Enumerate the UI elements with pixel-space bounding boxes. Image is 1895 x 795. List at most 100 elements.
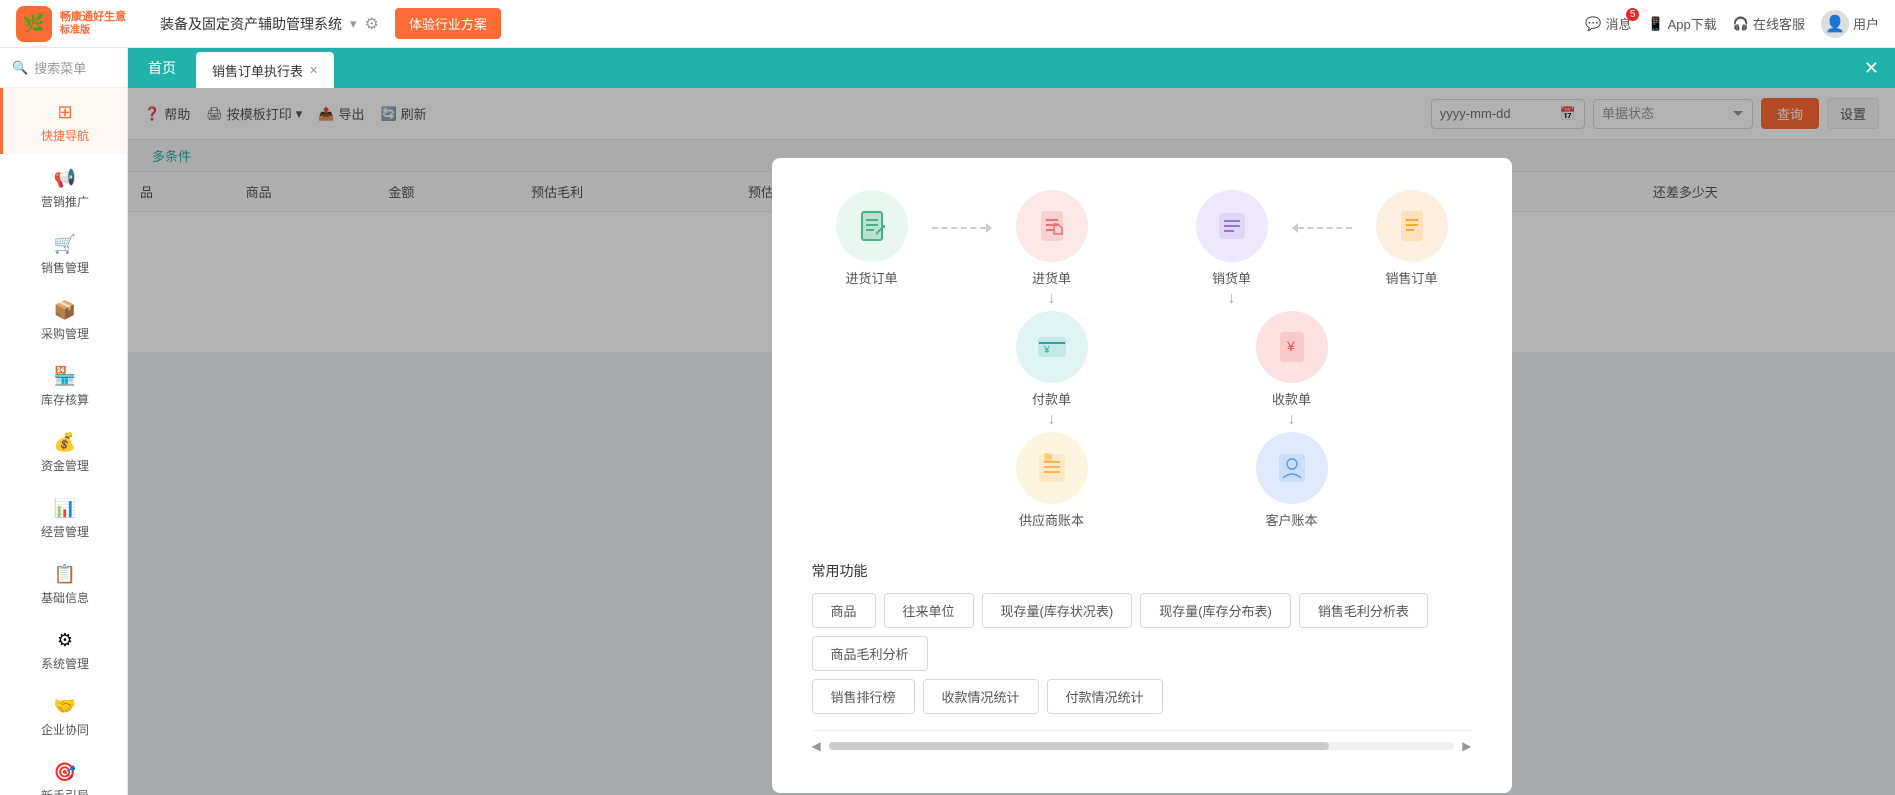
flow-node-receipt[interactable]: ¥ 收款单 <box>1232 311 1352 408</box>
purchase-order-label: 进货订单 <box>845 268 897 287</box>
common-btn-goods-gross[interactable]: 商品毛利分析 <box>812 636 928 671</box>
flow-row-1: 进货订单 <box>812 190 1472 287</box>
down-arrows-row: ↓ ↓ <box>812 295 1472 311</box>
common-btn-stock-dist[interactable]: 现存量(库存分布表) <box>1140 593 1291 628</box>
service-icon: 🎧 <box>1733 16 1749 32</box>
sidebar-item-system[interactable]: ⚙ 系统管理 <box>0 616 127 682</box>
purchase-receipt-label: 进货单 <box>1032 268 1071 287</box>
sidebar-label-guide: 新手引导 <box>41 787 89 795</box>
sales-receipt-label: 销货单 <box>1212 268 1251 287</box>
sidebar-label-quick-nav: 快捷导航 <box>41 127 89 144</box>
common-btn-sales-rank[interactable]: 销售排行榜 <box>812 679 915 714</box>
sidebar-item-enterprise[interactable]: 🤝 企业协同 <box>0 682 127 748</box>
sidebar-item-basic[interactable]: 📋 基础信息 <box>0 550 127 616</box>
scroll-track[interactable] <box>829 742 1455 750</box>
user-profile-btn[interactable]: 👤 用户 <box>1821 10 1879 38</box>
sidebar-item-finance[interactable]: 💰 资金管理 <box>0 418 127 484</box>
arrow-2 <box>1292 223 1352 233</box>
logo-line2: 标准版 <box>60 24 126 37</box>
sidebar-label-enterprise: 企业协同 <box>41 721 89 738</box>
scroll-left-btn[interactable]: ◀ <box>812 739 821 753</box>
app-download-btn[interactable]: 📱 App下载 <box>1647 14 1716 33</box>
down-arrow-2: ↓ <box>1172 291 1292 307</box>
customer-circle <box>1256 432 1328 504</box>
flow-diagram: 进货订单 <box>812 190 1472 537</box>
receipt-circle: ¥ <box>1256 311 1328 383</box>
svg-text:账: 账 <box>1044 453 1053 463</box>
flow-modal: 进货订单 <box>772 158 1512 793</box>
customer-label: 客户账本 <box>1265 510 1317 529</box>
svg-text:¥: ¥ <box>1286 338 1295 354</box>
header-right: 💬 消息 5 📱 App下载 🎧 在线客服 👤 用户 <box>1585 10 1879 38</box>
flow-row-3: 账 供应商账本 <box>992 432 1352 529</box>
sidebar-item-quick-nav[interactable]: ⊞ 快捷导航 <box>0 88 127 154</box>
flow-node-purchase-order[interactable]: 进货订单 <box>812 190 932 287</box>
arrow-1 <box>932 223 992 233</box>
sidebar-item-guide[interactable]: 🎯 新手引导 <box>0 748 127 795</box>
service-label: 在线客服 <box>1753 14 1805 33</box>
common-btn-payment-stats[interactable]: 付款情况统计 <box>1047 679 1163 714</box>
enterprise-icon: 🤝 <box>54 696 76 717</box>
sales-order-label: 销售订单 <box>1385 268 1437 287</box>
svg-text:¥: ¥ <box>1043 345 1050 356</box>
down-arrow-1: ↓ <box>992 291 1112 307</box>
message-icon: 💬 <box>1585 16 1601 32</box>
flow-node-sales-receipt[interactable]: 销货单 <box>1172 190 1292 287</box>
search-menu-btn[interactable]: 🔍 搜索菜单 <box>0 48 127 88</box>
title-dropdown-icon[interactable]: ▾ <box>350 16 357 32</box>
marketing-icon: 📢 <box>54 168 76 189</box>
main-area: 🔍 搜索菜单 ⊞ 快捷导航 📢 营销推广 🛒 销售管理 📦 采购管理 🏪 <box>0 48 1895 795</box>
tab-close-btn[interactable]: ✕ <box>309 64 318 77</box>
purchase-order-circle <box>836 190 908 262</box>
common-btn-receipt-stats[interactable]: 收款情况统计 <box>923 679 1039 714</box>
finance-icon: 💰 <box>54 432 76 453</box>
common-btn-goods[interactable]: 商品 <box>812 593 876 628</box>
common-btn-partners[interactable]: 往来单位 <box>884 593 974 628</box>
scroll-thumb <box>829 742 1329 750</box>
common-btns-row-2: 销售排行榜 收款情况统计 付款情况统计 <box>812 679 1472 714</box>
purchase-icon: 📦 <box>54 300 76 321</box>
sidebar-label-operation: 经营管理 <box>41 523 89 540</box>
gear-icon[interactable]: ⚙ <box>365 14 379 34</box>
home-icon: ⊞ <box>57 102 72 123</box>
scroll-right-btn[interactable]: ▶ <box>1462 739 1471 753</box>
modal-overlay: 进货订单 <box>128 88 1895 795</box>
supplier-label: 供应商账本 <box>1019 510 1084 529</box>
payment-label: 付款单 <box>1032 389 1071 408</box>
sidebar-label-system: 系统管理 <box>41 655 89 672</box>
payment-circle: ¥ <box>1016 311 1088 383</box>
search-menu-label: 搜索菜单 <box>34 58 86 77</box>
experience-btn[interactable]: 体验行业方案 <box>395 8 501 39</box>
tab-bar: 首页 销售订单执行表 ✕ ✕ <box>128 48 1895 88</box>
sidebar-label-purchase: 采购管理 <box>41 325 89 342</box>
tab-sales-order[interactable]: 销售订单执行表 ✕ <box>196 52 334 88</box>
modal-scrollbar: ◀ ▶ <box>812 730 1472 761</box>
common-btn-stock-status[interactable]: 现存量(库存状况表) <box>982 593 1133 628</box>
top-header: 🌿 畅康通好生意 标准版 装备及固定资产辅助管理系统 ▾ ⚙ 体验行业方案 💬 … <box>0 0 1895 48</box>
flow-node-customer[interactable]: 客户账本 <box>1232 432 1352 529</box>
tab-close-all-btn[interactable]: ✕ <box>1864 58 1879 79</box>
sidebar-label-basic: 基础信息 <box>41 589 89 606</box>
operation-icon: 📊 <box>54 498 76 519</box>
message-btn[interactable]: 💬 消息 5 <box>1585 14 1631 33</box>
tab-home[interactable]: 首页 <box>128 48 196 88</box>
sidebar-item-sales[interactable]: 🛒 销售管理 <box>0 220 127 286</box>
system-title-area: 装备及固定资产辅助管理系统 ▾ ⚙ 体验行业方案 <box>144 8 1585 39</box>
sidebar-item-inventory[interactable]: 🏪 库存核算 <box>0 352 127 418</box>
receipt-label: 收款单 <box>1272 389 1311 408</box>
tab-label-sales-order: 销售订单执行表 <box>212 61 303 80</box>
common-btn-sales-gross[interactable]: 销售毛利分析表 <box>1299 593 1428 628</box>
flow-node-sales-order[interactable]: 销售订单 <box>1352 190 1472 287</box>
flow-node-purchase-receipt[interactable]: 进货单 <box>992 190 1112 287</box>
system-icon: ⚙ <box>57 630 73 651</box>
phone-icon: 📱 <box>1647 16 1663 32</box>
sidebar-item-marketing[interactable]: 📢 营销推广 <box>0 154 127 220</box>
flow-node-payment[interactable]: ¥ 付款单 <box>992 311 1112 408</box>
down-arrow-4: ↓ <box>1232 412 1352 428</box>
search-icon: 🔍 <box>12 60 28 76</box>
sidebar-item-operation[interactable]: 📊 经营管理 <box>0 484 127 550</box>
customer-service-btn[interactable]: 🎧 在线客服 <box>1733 14 1805 33</box>
guide-icon: 🎯 <box>54 762 76 783</box>
flow-node-supplier[interactable]: 账 供应商账本 <box>992 432 1112 529</box>
sidebar-item-purchase[interactable]: 📦 采购管理 <box>0 286 127 352</box>
